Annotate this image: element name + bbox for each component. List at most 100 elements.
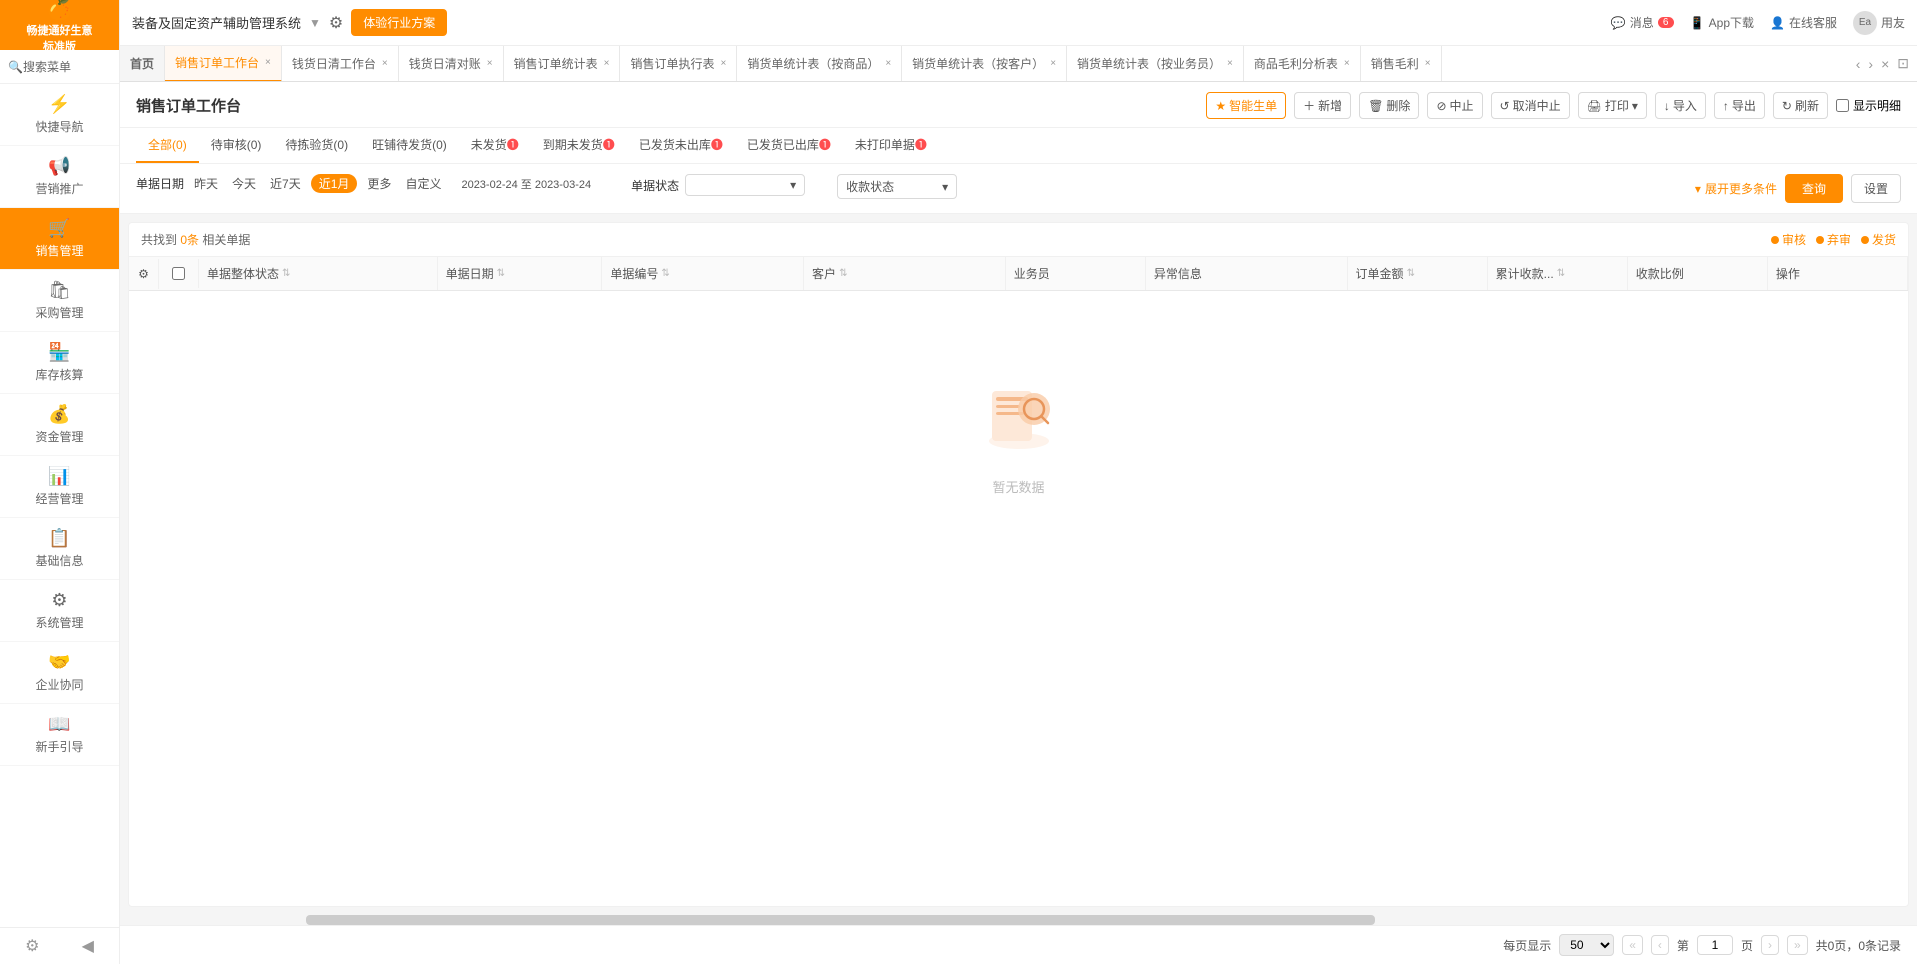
settings-bottom-icon[interactable]: ⚙ <box>25 936 39 956</box>
date-opt-7days[interactable]: 近7天 <box>266 174 305 193</box>
tab-nav-next[interactable]: › <box>1864 56 1877 72</box>
sidebar-item-finance[interactable]: 💰 资金管理 <box>0 394 119 456</box>
topbar-gear-icon[interactable]: ⚙ <box>329 13 343 33</box>
tab-sales-summary-customer[interactable]: 销货单统计表（按客户） × <box>902 46 1067 82</box>
tab-sales-summary-product[interactable]: 销货单统计表（按商品） × <box>737 46 902 82</box>
tab-cash-reconcile[interactable]: 钱货日清对账 × <box>399 46 504 82</box>
sidebar-search[interactable]: 🔍 搜索菜单 <box>0 50 119 84</box>
add-btn[interactable]: ＋ 新增 <box>1294 92 1351 119</box>
th-customer[interactable]: 客户 ⇅ <box>804 257 1006 290</box>
sidebar-item-basic[interactable]: 📋 基础信息 <box>0 518 119 580</box>
batch-approve-btn[interactable]: 审核 <box>1771 231 1806 248</box>
first-page-btn[interactable]: « <box>1622 935 1643 955</box>
prev-page-btn[interactable]: ‹ <box>1651 935 1669 955</box>
th-number[interactable]: 单据编号 ⇅ <box>602 257 804 290</box>
th-status[interactable]: 单据整体状态 ⇅ <box>199 257 438 290</box>
tab-summary-staff-close[interactable]: × <box>1227 58 1233 69</box>
cancel-stop-btn[interactable]: ↺ 取消中止 <box>1491 92 1570 119</box>
tab-sales-summary-staff[interactable]: 销货单统计表（按业务员） × <box>1067 46 1244 82</box>
last-page-btn[interactable]: » <box>1787 935 1808 955</box>
scrollbar-thumb[interactable] <box>306 915 1375 925</box>
th-error[interactable]: 异常信息 <box>1146 257 1348 290</box>
tab-sales-stats[interactable]: 销售订单统计表 × <box>504 46 621 82</box>
tab-nav-prev[interactable]: ‹ <box>1852 56 1865 72</box>
sidebar-item-quicknav[interactable]: ⚡ 快捷导航 <box>0 84 119 146</box>
print-btn[interactable]: 🖨 打印 ▾ <box>1578 92 1647 119</box>
payment-filter-select[interactable]: 收款状态 ▾ <box>837 174 957 199</box>
th-date[interactable]: 单据日期 ⇅ <box>438 257 603 290</box>
filter-tab-pending[interactable]: 待审核(0) <box>199 128 274 163</box>
tab-sales-workbench-close[interactable]: × <box>265 57 271 68</box>
trial-btn[interactable]: 体验行业方案 <box>351 9 447 36</box>
user-profile-btn[interactable]: Ea 用友 <box>1853 11 1905 35</box>
th-staff[interactable]: 业务员 <box>1006 257 1146 290</box>
sidebar-item-operations[interactable]: 📊 经营管理 <box>0 456 119 518</box>
tab-sales-stats-close[interactable]: × <box>604 58 610 69</box>
date-opt-yesterday[interactable]: 昨天 <box>190 174 222 193</box>
sidebar-item-marketing[interactable]: 📢 营销推广 <box>0 146 119 208</box>
query-btn[interactable]: 查询 <box>1785 174 1843 203</box>
filter-tab-shipped-out[interactable]: 已发货已出库❶ <box>735 128 843 163</box>
date-opt-more[interactable]: 更多 <box>363 174 395 193</box>
expand-conditions-btn[interactable]: ▾ 展开更多条件 <box>1695 180 1777 197</box>
tab-home[interactable]: 首页 <box>120 46 165 82</box>
select-all-checkbox[interactable] <box>172 267 185 280</box>
import-btn[interactable]: ↓ 导入 <box>1655 92 1706 119</box>
horizontal-scrollbar[interactable] <box>128 915 1909 925</box>
tab-cash-reconcile-close[interactable]: × <box>487 58 493 69</box>
sidebar-item-system[interactable]: ⚙ 系统管理 <box>0 580 119 642</box>
date-opt-1month[interactable]: 近1月 <box>311 174 358 193</box>
sidebar-item-cooperation[interactable]: 🤝 企业协同 <box>0 642 119 704</box>
tab-sales-profit-close[interactable]: × <box>1425 58 1431 69</box>
filter-tab-overdue-ship[interactable]: 到期未发货❶ <box>531 128 627 163</box>
filter-tab-pending-inspect[interactable]: 待拣验货(0) <box>273 128 360 163</box>
smart-create-btn[interactable]: ★ 智能生单 <box>1206 92 1286 119</box>
tab-margin-analysis-close[interactable]: × <box>1344 58 1350 69</box>
system-dropdown-icon[interactable]: ▼ <box>309 16 321 30</box>
batch-ship-btn[interactable]: 发货 <box>1861 231 1896 248</box>
tab-summary-customer-close[interactable]: × <box>1050 58 1056 69</box>
sidebar-item-guide[interactable]: 📖 新手引导 <box>0 704 119 766</box>
tab-sales-profit[interactable]: 销售毛利 × <box>1361 46 1442 82</box>
delete-btn[interactable]: 🗑 删除 <box>1359 92 1419 119</box>
message-btn[interactable]: 💬 消息 6 <box>1611 14 1674 31</box>
page-input[interactable] <box>1697 935 1733 955</box>
export-btn[interactable]: ↑ 导出 <box>1714 92 1765 119</box>
per-page-select[interactable]: 50 20 100 <box>1559 934 1614 956</box>
tab-close-all[interactable]: × <box>1877 56 1893 72</box>
th-amount[interactable]: 订单金额 ⇅ <box>1348 257 1488 290</box>
sidebar-item-sales[interactable]: 🛒 销售管理 <box>0 208 119 270</box>
tab-sales-workbench[interactable]: 销售订单工作台 × <box>165 46 282 82</box>
status-filter-select[interactable]: ▾ <box>685 174 805 196</box>
tab-cash-daily[interactable]: 钱货日清工作台 × <box>282 46 399 82</box>
filter-tab-all[interactable]: 全部(0) <box>136 128 199 163</box>
th-setting[interactable]: ⚙ <box>129 259 159 289</box>
stop-btn[interactable]: ⊘ 中止 <box>1427 92 1482 119</box>
app-download-btn[interactable]: 📱 App下载 <box>1690 14 1754 31</box>
tab-sales-exec-close[interactable]: × <box>720 58 726 69</box>
tab-margin-analysis[interactable]: 商品毛利分析表 × <box>1244 46 1361 82</box>
filter-tab-wangpu[interactable]: 旺铺待发货(0) <box>360 128 459 163</box>
filter-tab-shipped-not-out[interactable]: 已发货未出库❶ <box>627 128 735 163</box>
online-service-btn[interactable]: 👤 在线客服 <box>1770 14 1837 31</box>
date-opt-custom[interactable]: 自定义 <box>401 174 445 193</box>
show-detail-toggle[interactable]: 显示明细 <box>1836 97 1901 114</box>
tab-sales-exec[interactable]: 销售订单执行表 × <box>620 46 737 82</box>
th-collected[interactable]: 累计收款... ⇅ <box>1488 257 1628 290</box>
tab-expand-icon[interactable]: ⊡ <box>1893 55 1913 72</box>
collapse-sidebar-icon[interactable]: ◀ <box>82 936 94 956</box>
show-detail-checkbox[interactable] <box>1836 99 1849 112</box>
filter-tab-not-shipped[interactable]: 未发货❶ <box>459 128 531 163</box>
settings-query-btn[interactable]: 设置 <box>1851 174 1901 203</box>
batch-reject-btn[interactable]: 弃审 <box>1816 231 1851 248</box>
sidebar-item-purchase[interactable]: 🛍 采购管理 <box>0 270 119 332</box>
sidebar-item-inventory[interactable]: 🏪 库存核算 <box>0 332 119 394</box>
next-page-btn[interactable]: › <box>1761 935 1779 955</box>
th-ratio[interactable]: 收款比例 <box>1628 257 1768 290</box>
filter-tab-not-printed[interactable]: 未打印单据❶ <box>843 128 939 163</box>
th-checkbox[interactable] <box>159 259 199 288</box>
date-opt-today[interactable]: 今天 <box>228 174 260 193</box>
tab-cash-daily-close[interactable]: × <box>382 58 388 69</box>
tab-summary-product-close[interactable]: × <box>885 58 891 69</box>
refresh-btn[interactable]: ↻ 刷新 <box>1773 92 1828 119</box>
